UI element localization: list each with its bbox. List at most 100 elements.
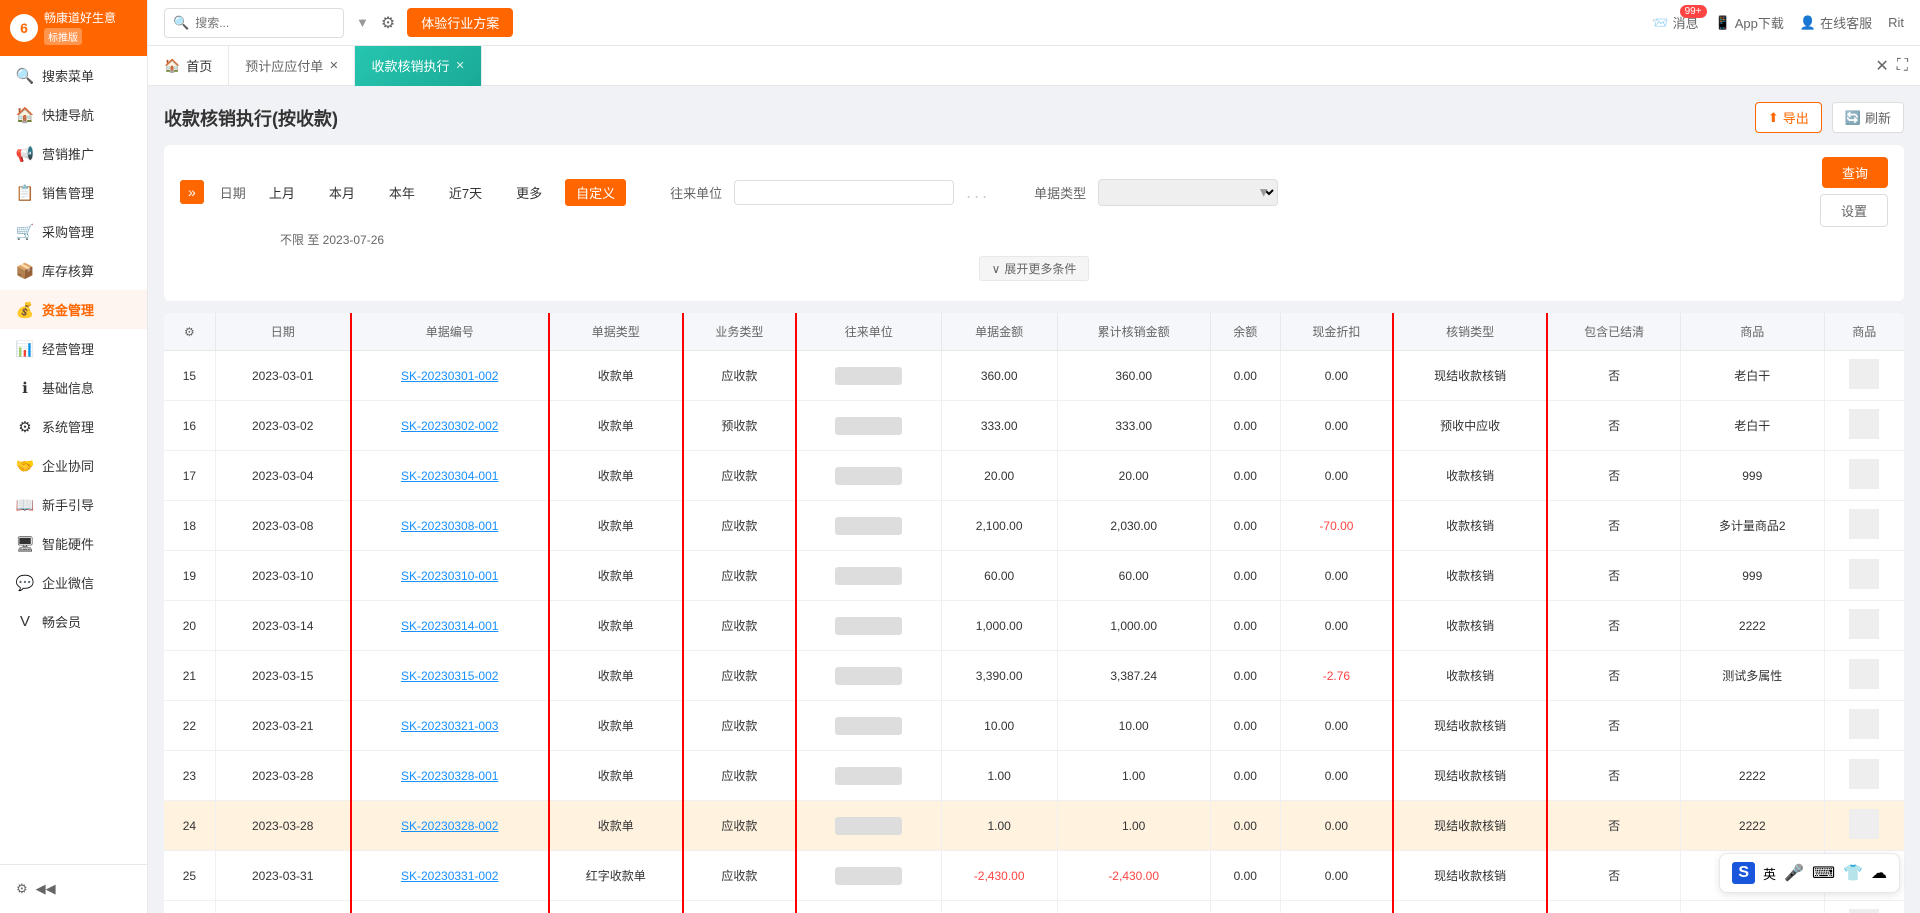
table-row[interactable]: 19 2023-03-10 SK-20230310-001 收款单 应收款 ██… xyxy=(164,551,1904,601)
cell-cash-discount: 0.00 xyxy=(1280,451,1392,501)
cell-balance: 0.00 xyxy=(1210,451,1280,501)
tab-close-window-btn[interactable]: ✕ xyxy=(1875,56,1888,76)
cell-amount: 3,390.00 xyxy=(941,651,1057,701)
table-row[interactable]: 17 2023-03-04 SK-20230304-001 收款单 应收款 ██… xyxy=(164,451,1904,501)
search-input[interactable] xyxy=(195,16,325,30)
refresh-btn[interactable]: 🔄 刷新 xyxy=(1832,102,1904,133)
filter-expand-left[interactable]: » xyxy=(180,184,204,200)
doc-no-link[interactable]: SK-20230315-002 xyxy=(401,669,498,683)
sidebar-item-search[interactable]: 🔍 搜索菜单 xyxy=(0,56,147,95)
table-row[interactable]: 22 2023-03-21 SK-20230321-003 收款单 应收款 ██… xyxy=(164,701,1904,751)
sidebar-item-sales[interactable]: 📋 销售管理 xyxy=(0,173,147,212)
sidebar-item-purchase[interactable]: 🛒 采购管理 xyxy=(0,212,147,251)
cell-goods-1: 999 xyxy=(1680,451,1824,501)
setting-btn[interactable]: 设置 xyxy=(1820,194,1888,227)
query-btn[interactable]: 查询 xyxy=(1822,157,1888,188)
sidebar-item-member[interactable]: V 畅会员 xyxy=(0,602,147,641)
date-btn-this-month[interactable]: 本月 xyxy=(318,179,366,206)
date-btn-custom[interactable]: 自定义 xyxy=(565,179,626,206)
mic-icon[interactable]: 🎤 xyxy=(1784,863,1804,883)
doc-no-link[interactable]: SK-20230328-002 xyxy=(401,819,498,833)
expand-conditions-btn[interactable]: ∨ 展开更多条件 xyxy=(979,256,1090,281)
cell-goods-2 xyxy=(1824,701,1904,751)
table-row[interactable]: 20 2023-03-14 SK-20230314-001 收款单 应收款 ██… xyxy=(164,601,1904,651)
doc-no-link[interactable]: SK-20230331-002 xyxy=(401,869,498,883)
tab-fullscreen-btn[interactable]: ⛶ xyxy=(1897,57,1908,75)
doc-no-link[interactable]: SK-20230321-003 xyxy=(401,719,498,733)
export-btn[interactable]: ⬆ 导出 xyxy=(1755,102,1822,133)
app-version: 标推版 xyxy=(44,28,82,45)
table-row[interactable]: 15 2023-03-01 SK-20230301-002 收款单 应收款 ██… xyxy=(164,351,1904,401)
cell-cancel-amount: 360.00 xyxy=(1057,351,1210,401)
cell-doc-type: 收款单 xyxy=(549,901,683,913)
table-row[interactable]: 25 2023-03-31 SK-20230331-002 红字收款单 应收款 … xyxy=(164,851,1904,901)
col-settings[interactable]: ⚙ xyxy=(164,313,215,351)
sidebar-settings-btn[interactable]: ⚙ xyxy=(16,877,28,901)
sidebar-bottom: ⚙ ◀◀ xyxy=(0,864,147,913)
cell-doc-no: SK-20230314-001 xyxy=(351,601,549,651)
tab-collection[interactable]: 收款核销执行 ✕ xyxy=(355,46,481,86)
cell-balance: 0.00 xyxy=(1210,351,1280,401)
cell-cash-discount: 0.00 xyxy=(1280,601,1392,651)
app-download-btn[interactable]: 📱 App下载 xyxy=(1715,13,1784,32)
sidebar-item-marketing[interactable]: 📢 营销推广 xyxy=(0,134,147,173)
cell-cash-discount: 0.00 xyxy=(1280,351,1392,401)
marketing-icon: 📢 xyxy=(16,145,34,163)
partner-filter-input[interactable] xyxy=(734,180,954,205)
doc-no-link[interactable]: SK-20230310-001 xyxy=(401,569,498,583)
sidebar-item-system[interactable]: ⚙ 系统管理 xyxy=(0,407,147,446)
sidebar-item-finance[interactable]: 💰 资金管理 xyxy=(0,290,147,329)
sidebar-item-quicknav[interactable]: 🏠 快捷导航 xyxy=(0,95,147,134)
cell-cash-discount: 0.00 xyxy=(1280,551,1392,601)
industry-btn[interactable]: 体验行业方案 xyxy=(407,8,513,37)
doc-no-link[interactable]: SK-20230301-002 xyxy=(401,369,498,383)
doc-type-select[interactable] xyxy=(1098,179,1278,206)
tab-home[interactable]: 🏠 首页 xyxy=(148,46,229,86)
table-row[interactable]: 23 2023-03-28 SK-20230328-001 收款单 应收款 ██… xyxy=(164,751,1904,801)
table-row[interactable]: 24 2023-03-28 SK-20230328-002 收款单 应收款 ██… xyxy=(164,801,1904,851)
tab-close-icon[interactable]: ✕ xyxy=(329,59,338,72)
sidebar-item-guide[interactable]: 📖 新手引导 xyxy=(0,485,147,524)
grid-icon[interactable]: ⌨ xyxy=(1812,863,1835,883)
cell-cancel-type: 现结收款核销 xyxy=(1393,801,1548,851)
table-row[interactable]: 21 2023-03-15 SK-20230315-002 收款单 应收款 ██… xyxy=(164,651,1904,701)
gear-icon[interactable]: ⚙ xyxy=(381,13,395,33)
sidebar-item-operations[interactable]: 📊 经营管理 xyxy=(0,329,147,368)
message-btn[interactable]: 📨 消息 99+ xyxy=(1652,13,1698,32)
doc-no-link[interactable]: SK-20230304-001 xyxy=(401,469,498,483)
topbar-search-box[interactable]: 🔍 xyxy=(164,8,344,38)
doc-no-link[interactable]: SK-20230302-002 xyxy=(401,419,498,433)
table-row[interactable]: 16 2023-03-02 SK-20230302-002 收款单 预收款 ██… xyxy=(164,401,1904,451)
date-range-text: 不限 至 2023-07-26 xyxy=(280,233,384,247)
sales-icon: 📋 xyxy=(16,184,34,202)
date-btn-7days[interactable]: 近7天 xyxy=(438,179,493,206)
system-icon: ⚙ xyxy=(16,418,34,436)
table-row[interactable]: 26 2023-04-03 SK-20230403-002 收款单 预收款 ██… xyxy=(164,901,1904,913)
doc-no-link[interactable]: SK-20230314-001 xyxy=(401,619,498,633)
sidebar-item-basics[interactable]: ℹ 基础信息 xyxy=(0,368,147,407)
cell-doc-no: SK-20230310-001 xyxy=(351,551,549,601)
online-service-btn[interactable]: 👤 在线客服 xyxy=(1800,13,1872,32)
tab-prepay[interactable]: 预计应应付单 ✕ xyxy=(229,46,355,86)
cell-goods-1: 999 xyxy=(1680,551,1824,601)
table-wrap[interactable]: ⚙ 日期 单据编号 单据类型 业务类型 往来单位 单据金额 累计核销金额 余额 … xyxy=(164,313,1904,913)
sidebar-collapse-btn[interactable]: ◀◀ xyxy=(36,877,56,901)
sidebar-item-inventory[interactable]: 📦 库存核算 xyxy=(0,251,147,290)
tab-close-icon[interactable]: ✕ xyxy=(455,59,464,72)
table-row[interactable]: 18 2023-03-08 SK-20230308-001 收款单 应收款 ██… xyxy=(164,501,1904,551)
doc-no-link[interactable]: SK-20230308-001 xyxy=(401,519,498,533)
sidebar-item-wechat[interactable]: 💬 企业微信 xyxy=(0,563,147,602)
doc-no-link[interactable]: SK-20230328-001 xyxy=(401,769,498,783)
date-btn-more[interactable]: 更多 xyxy=(505,179,553,206)
cell-biz-type: 应收款 xyxy=(683,851,796,901)
cell-num: 23 xyxy=(164,751,215,801)
col-cancel-amount: 累计核销金额 xyxy=(1057,313,1210,351)
dropdown-arrow-icon[interactable]: ▼ xyxy=(356,15,369,30)
filter-expand-row: ∨ 展开更多条件 xyxy=(180,256,1888,281)
cell-doc-no: SK-20230321-003 xyxy=(351,701,549,751)
sidebar: 6 畅康道好生意 标推版 🔍 搜索菜单 🏠 快捷导航 📢 营销推广 📋 销售管理… xyxy=(0,0,148,913)
sidebar-item-hardware[interactable]: 🖥 智能硬件 xyxy=(0,524,147,563)
sidebar-item-enterprise[interactable]: 🤝 企业协同 xyxy=(0,446,147,485)
date-btn-last-month[interactable]: 上月 xyxy=(258,179,306,206)
date-btn-this-year[interactable]: 本年 xyxy=(378,179,426,206)
